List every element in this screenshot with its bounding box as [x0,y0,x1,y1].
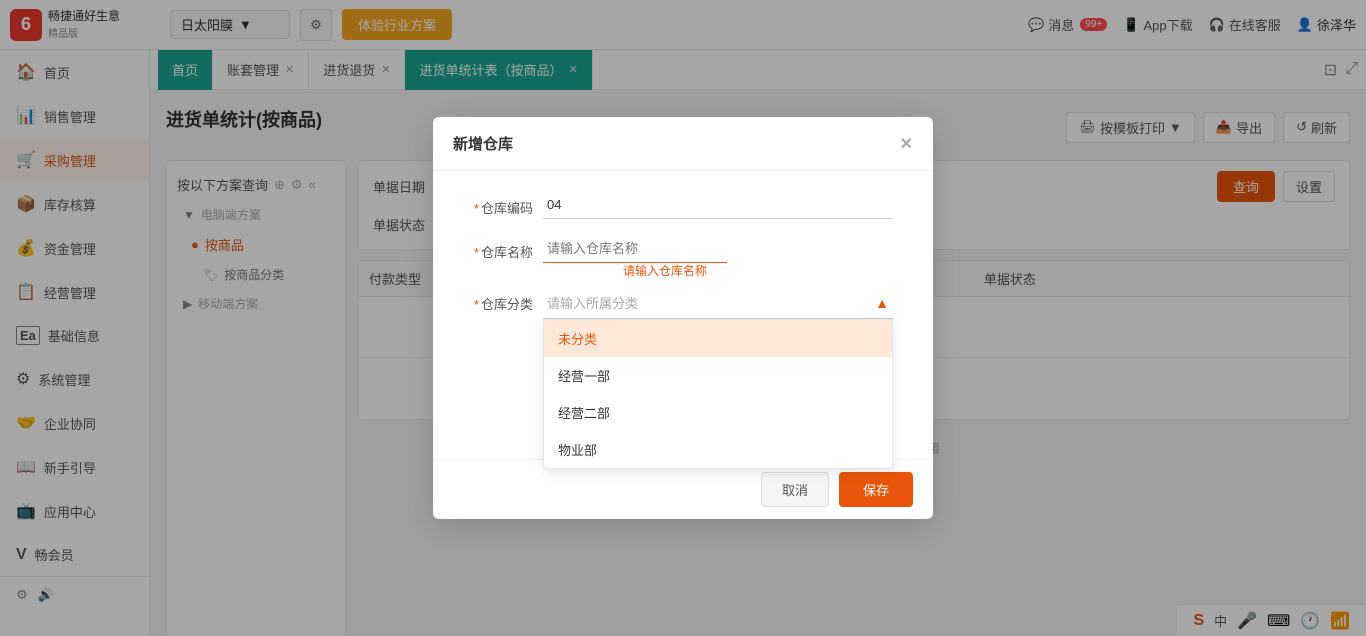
cancel-button[interactable]: 取消 [761,472,829,507]
name-label: 仓库名称 [473,235,543,261]
form-row-code: 仓库编码 [473,191,893,219]
dialog-header: 新增仓库 ✕ [433,117,933,171]
code-label: 仓库编码 [473,191,543,217]
name-input[interactable] [543,235,727,263]
option-unclassified[interactable]: 未分类 [544,320,892,357]
dialog-title: 新增仓库 [453,133,513,154]
code-input[interactable] [543,191,893,219]
form-row-name: 仓库名称 请输入仓库名称 [473,235,893,263]
name-error: 请输入仓库名称 [623,262,707,279]
category-dropdown-list: 未分类 经营一部 经营二部 物业部 [543,319,893,469]
category-dropdown-toggle[interactable]: 请输入所属分类 ▲ [543,287,893,319]
option-property[interactable]: 物业部 [544,431,892,468]
dialog-body: 仓库编码 仓库名称 请输入仓库名称 仓库分类 请输入所属分类 ▲ [433,171,933,339]
option-dept1[interactable]: 经营一部 [544,357,892,394]
category-placeholder: 请输入所属分类 [547,293,638,312]
modal-overlay: 新增仓库 ✕ 仓库编码 仓库名称 请输入仓库名称 仓库分类 [0,0,1366,636]
save-button[interactable]: 保存 [839,472,913,507]
dialog-close-button[interactable]: ✕ [900,134,913,154]
category-label: 仓库分类 [473,287,543,313]
dialog-add-warehouse: 新增仓库 ✕ 仓库编码 仓库名称 请输入仓库名称 仓库分类 [433,117,933,519]
form-row-category: 仓库分类 请输入所属分类 ▲ 未分类 经营一部 经营二部 物业部 [473,287,893,319]
dropdown-up-icon: ▲ [875,295,889,311]
option-dept2[interactable]: 经营二部 [544,394,892,431]
